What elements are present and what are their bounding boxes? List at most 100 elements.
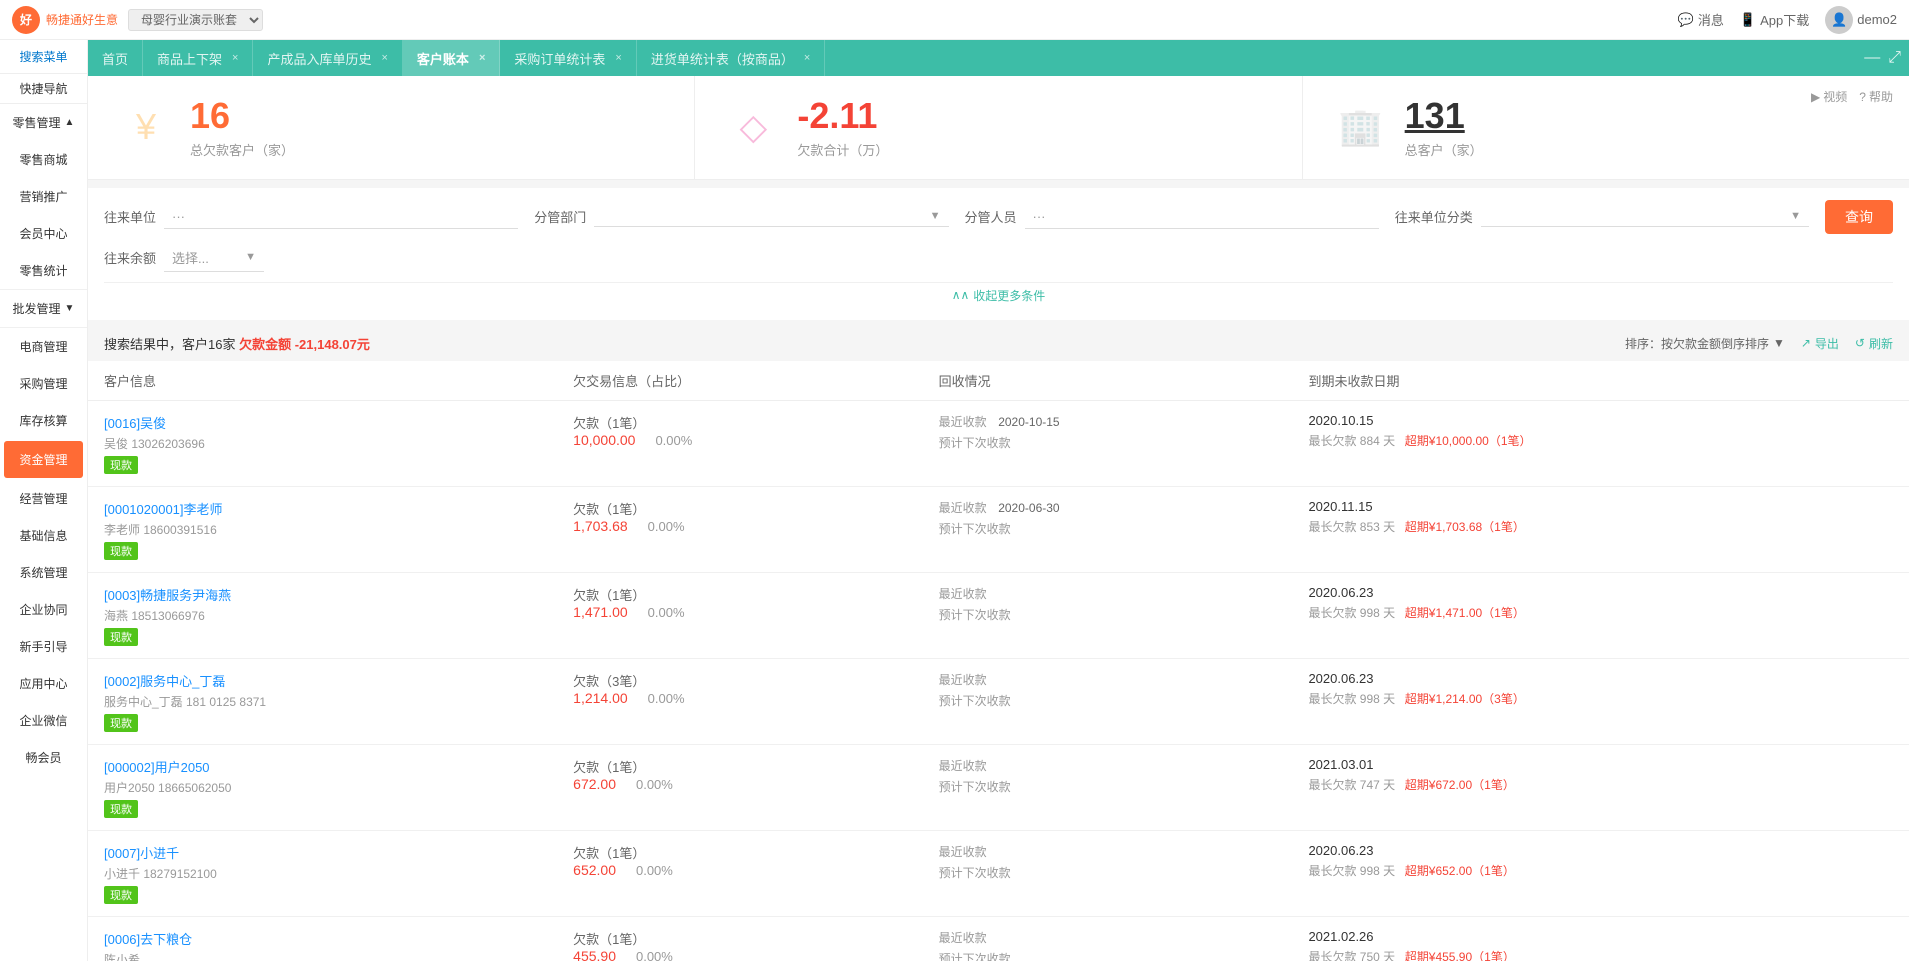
tab-product-history[interactable]: 产成品入库单历史 × (253, 40, 402, 76)
sidebar-item-enterprise-wechat[interactable]: 企业微信 (0, 702, 87, 739)
filter-area: 往来单位 ··· 分管部门 ▼ 分管人员 (88, 188, 1909, 320)
message-link[interactable]: 💬 消息 (1678, 10, 1724, 29)
overdue-amount[interactable]: 超期¥10,000.00（1笔） (1405, 434, 1532, 448)
customer-tag: 现款 (104, 542, 138, 560)
分管部门-select[interactable]: ▼ (594, 206, 948, 227)
customer-name-link[interactable]: [000002]用户2050 (104, 757, 541, 776)
tab-purchase-stats[interactable]: 采购订单统计表 × (500, 40, 636, 76)
sidebar-item-inventory[interactable]: 库存核算 (0, 402, 87, 439)
sidebar-item-retail-mgmt[interactable]: 零售管理 ▲ (0, 104, 87, 141)
collapse-bar[interactable]: ∧∧ 收起更多条件 (104, 282, 1893, 308)
due-date-cell: 2020.10.15 最长欠款 884 天 超期¥10,000.00（1笔） (1292, 400, 1909, 486)
sidebar-item-finance[interactable]: 资金管理 (4, 441, 83, 478)
overdue-amount[interactable]: 超期¥1,214.00（3笔） (1405, 692, 1525, 706)
customer-info-cell: [0003]畅捷服务尹海燕 海燕 18513066976 现款 (88, 572, 557, 658)
close-icon[interactable]: × (804, 52, 810, 64)
owe-amount-row: 652.00 0.00% (573, 862, 906, 878)
total-customers-label: 总客户（家） (1405, 140, 1483, 159)
overdue-amount[interactable]: 超期¥1,703.68（1笔） (1405, 520, 1525, 534)
refresh-button[interactable]: ↺ 刷新 (1855, 335, 1893, 352)
owe-amount[interactable]: 10,000.00 (573, 432, 635, 448)
due-date: 2021.02.26 (1308, 929, 1893, 944)
sidebar-item-畅会员[interactable]: 畅会员 (0, 739, 87, 776)
search-button[interactable]: 查询 (1825, 200, 1893, 234)
close-icon[interactable]: × (479, 52, 485, 64)
owe-amount-row: 455.90 0.00% (573, 948, 906, 961)
table-row: [0007]小进千 小进千 18279152100 现款 欠款（1笔） 652.… (88, 830, 1909, 916)
max-owe-days: 最长欠款 998 天 超期¥1,214.00（3笔） (1308, 690, 1893, 707)
close-icon[interactable]: × (232, 52, 238, 64)
customer-name-link[interactable]: [0006]去下粮仓 (104, 929, 541, 948)
sort-selector[interactable]: 排序：按欠款金额倒序排序 ▼ (1625, 335, 1785, 352)
sidebar-item-enterprise-coop[interactable]: 企业协同 (0, 591, 87, 628)
recent-date: 2020-06-30 (998, 501, 1059, 515)
sidebar-item-ops[interactable]: 经营管理 (0, 480, 87, 517)
overdue-amount[interactable]: 超期¥1,471.00（1笔） (1405, 606, 1525, 620)
sidebar-search[interactable]: 搜索菜单 (0, 40, 87, 74)
sidebar-item-system[interactable]: 系统管理 (0, 554, 87, 591)
owe-amount[interactable]: 1,214.00 (573, 690, 628, 706)
sidebar-item-batch-mgmt[interactable]: 批发管理 ▼ (0, 290, 87, 327)
customer-name-link[interactable]: [0003]畅捷服务尹海燕 (104, 585, 541, 604)
max-owe-days: 最长欠款 747 天 超期¥672.00（1笔） (1308, 776, 1893, 793)
max-owe-days: 最长欠款 884 天 超期¥10,000.00（1笔） (1308, 432, 1893, 449)
往来单位分类-select[interactable]: ▼ (1481, 206, 1809, 227)
tab-home[interactable]: 首页 (88, 40, 143, 76)
customer-contact: 吴俊 13026203696 (104, 435, 541, 452)
overdue-amount[interactable]: 超期¥652.00（1笔） (1405, 864, 1515, 878)
result-info: 搜索结果中，客户16家 欠款金额 -21,148.07元 (104, 334, 370, 353)
col-header-owe: 欠交易信息（占比） (557, 361, 922, 401)
filter-分管部门-label: 分管部门 (534, 207, 586, 226)
sidebar-item-member[interactable]: 会员中心 (0, 215, 87, 252)
owe-amount[interactable]: 1,703.68 (573, 518, 628, 534)
sidebar-quick-nav[interactable]: 快捷导航 (0, 74, 87, 104)
owe-customers-number: 16 (190, 96, 294, 136)
customer-name-link[interactable]: [0002]服务中心_丁磊 (104, 671, 541, 690)
sidebar-item-ecommerce[interactable]: 电商管理 (0, 328, 87, 365)
summary-card-customers: ¥ 16 总欠款客户（家） (88, 76, 695, 179)
filter-往来单位分类-label: 往来单位分类 (1395, 207, 1473, 226)
tab-product-shelf[interactable]: 商品上下架 × (143, 40, 253, 76)
往来单位-input[interactable]: ··· (164, 205, 518, 229)
company-select[interactable]: 母婴行业演示账套 (128, 9, 263, 31)
user-menu[interactable]: 👤 demo2 (1825, 6, 1897, 34)
customer-contact: 陈小希 (104, 951, 541, 961)
owe-amount[interactable]: 455.90 (573, 948, 616, 961)
video-link[interactable]: ▶ 视频 (1811, 88, 1847, 105)
customer-info-cell: [0001020001]李老师 李老师 18600391516 现款 (88, 486, 557, 572)
help-link[interactable]: ? 帮助 (1859, 88, 1893, 105)
tab-customer-account[interactable]: 客户账本 × (403, 40, 500, 76)
owe-info-cell: 欠款（3笔） 1,214.00 0.00% (557, 658, 922, 744)
export-icon: ↗ (1801, 336, 1811, 350)
close-icon[interactable]: × (615, 52, 621, 64)
sidebar-item-retail-stats[interactable]: 零售统计 (0, 252, 87, 289)
minimize-icon[interactable]: — (1864, 49, 1880, 67)
owe-amount[interactable]: 652.00 (573, 862, 616, 878)
往来余额-select[interactable]: 选择... ▼ (164, 244, 264, 272)
recovery-cell: 最近收款 2020-06-30 预计下次收款 (923, 486, 1293, 572)
chevron-down-icon: ▲ (65, 117, 75, 128)
tab-inbound-stats[interactable]: 进货单统计表（按商品） × (637, 40, 825, 76)
sidebar-item-app-center[interactable]: 应用中心 (0, 665, 87, 702)
export-button[interactable]: ↗ 导出 (1801, 335, 1839, 352)
close-icon[interactable]: × (381, 52, 387, 64)
owe-amount[interactable]: 1,471.00 (573, 604, 628, 620)
maximize-icon[interactable]: ⤢ (1888, 49, 1901, 67)
sidebar-item-marketing[interactable]: 营销推广 (0, 178, 87, 215)
customer-name-link[interactable]: [0007]小进千 (104, 843, 541, 862)
app-download-link[interactable]: 📱 App下载 (1740, 10, 1809, 29)
sidebar-item-retail-mall[interactable]: 零售商城 (0, 141, 87, 178)
sidebar-item-basic-info[interactable]: 基础信息 (0, 517, 87, 554)
overdue-amount[interactable]: 超期¥672.00（1笔） (1405, 778, 1515, 792)
customer-name-link[interactable]: [0016]吴俊 (104, 413, 541, 432)
customer-info-cell: [000002]用户2050 用户2050 18665062050 现款 (88, 744, 557, 830)
summary-card-amount: ◇ -2.11 欠款合计（万） (695, 76, 1302, 179)
sidebar-group-batch: 批发管理 ▼ (0, 290, 87, 328)
customer-name-link[interactable]: [0001020001]李老师 (104, 499, 541, 518)
sidebar-item-new-guide[interactable]: 新手引导 (0, 628, 87, 665)
filter-分管人员: 分管人员 ··· (965, 205, 1379, 229)
分管人员-input[interactable]: ··· (1025, 205, 1379, 229)
overdue-amount[interactable]: 超期¥455.90（1笔） (1405, 950, 1515, 961)
owe-amount[interactable]: 672.00 (573, 776, 616, 792)
sidebar-item-purchase[interactable]: 采购管理 (0, 365, 87, 402)
